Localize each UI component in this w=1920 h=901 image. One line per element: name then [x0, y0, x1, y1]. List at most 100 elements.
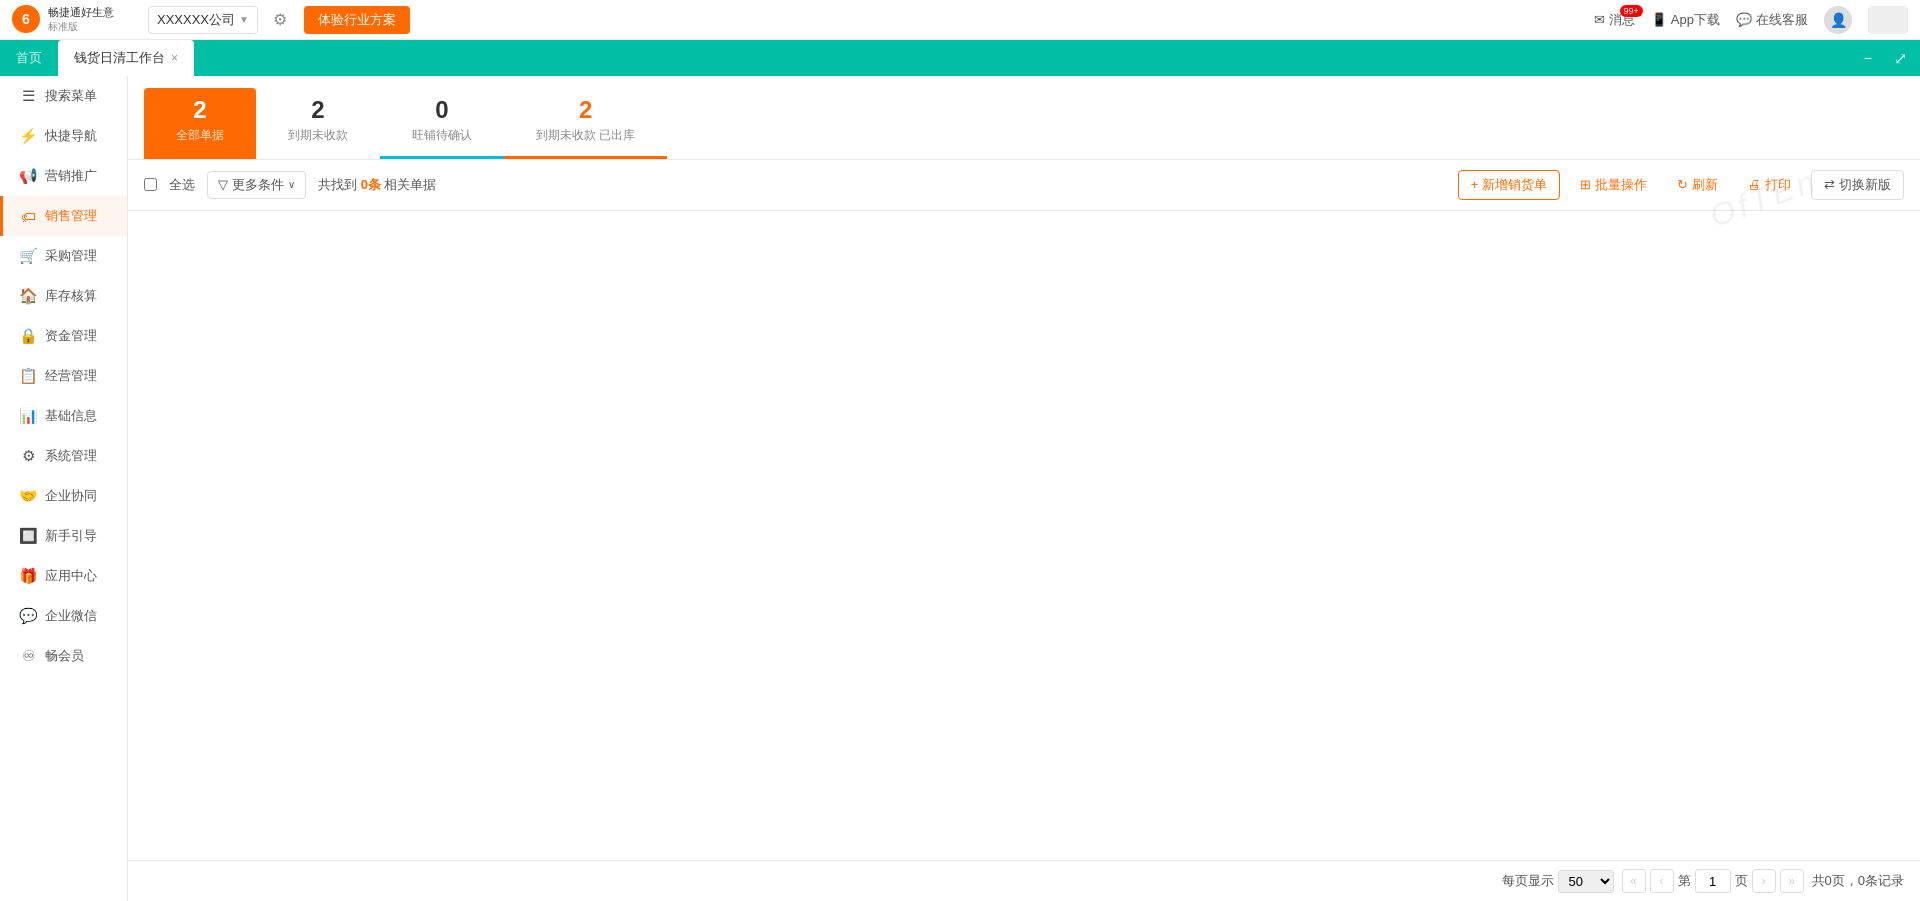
toolbar-right: + 新增销货单 ⊞ 批量操作 ↻ 刷新 🖨 打印 ⇄ 切换新版 [1458, 170, 1904, 200]
stat-tab-overdue[interactable]: 2 到期未收款 [256, 88, 380, 159]
sidebar-item-search-menu[interactable]: ☰ 搜索菜单 [0, 76, 127, 116]
logo-sub: 标准版 [48, 20, 114, 34]
download-icon: 📱 [1651, 12, 1667, 27]
settings-icon[interactable]: ⚙ [266, 6, 294, 34]
sidebar-item-quick-nav[interactable]: ⚡ 快捷导航 [0, 116, 127, 156]
wechat-icon: 💬 [19, 607, 37, 625]
sidebar-item-purchase[interactable]: 🛒 采购管理 [0, 236, 127, 276]
top-nav: 6 畅捷通好生意 标准版 XXXXXX公司 ▼ ⚙ 体验行业方案 ✉ 消息 99… [0, 0, 1920, 40]
stat-label-all: 全部单据 [176, 127, 224, 144]
refresh-button[interactable]: ↻ 刷新 [1667, 171, 1728, 199]
message-icon: ✉ [1594, 12, 1605, 27]
batch-icon: ⊞ [1580, 177, 1591, 192]
tab-minimize-icon[interactable]: － [1856, 46, 1880, 70]
inventory-icon: 🏠 [19, 287, 37, 305]
print-icon: 🖨 [1748, 177, 1761, 192]
sales-icon: 🏷 [19, 208, 37, 225]
per-page-label: 每页显示 [1502, 872, 1554, 890]
content-area: 2 全部单据 2 到期未收款 0 旺铺待确认 2 到期未收款 已出库 全选 [128, 76, 1920, 901]
chevron-down-icon: ▼ [239, 14, 249, 25]
tab-work[interactable]: 钱货日清工作台 × [58, 40, 194, 76]
stat-count-pending: 0 [435, 96, 448, 125]
sidebar-item-base-info[interactable]: 📊 基础信息 [0, 396, 127, 436]
stat-label-overdue: 到期未收款 [288, 127, 348, 144]
sidebar-item-finance[interactable]: 🔒 资金管理 [0, 316, 127, 356]
next-page-button[interactable]: › [1752, 869, 1776, 893]
found-text: 共找到 0条 相关单据 [318, 176, 436, 194]
new-sale-button[interactable]: + 新增销货单 [1458, 170, 1560, 200]
marketing-icon: 📢 [19, 167, 37, 185]
page-size-selector: 每页显示 50 10 20 100 [1502, 870, 1614, 893]
main-layout: ☰ 搜索菜单 ⚡ 快捷导航 📢 营销推广 🏷 销售管理 🛒 采购管理 🏠 库存核… [0, 76, 1920, 901]
toolbar-left: 全选 ▽ 更多条件 ∨ 共找到 0条 相关单据 [144, 171, 1446, 199]
per-page-select[interactable]: 50 10 20 100 [1558, 870, 1614, 893]
page-input[interactable] [1695, 869, 1731, 893]
table-area [128, 211, 1920, 860]
page-suffix: 页 [1735, 872, 1748, 890]
top-right-area: ✉ 消息 99+ 📱 App下载 💬 在线客服 👤 [1594, 6, 1908, 34]
sidebar-item-enterprise[interactable]: 🤝 企业协同 [0, 476, 127, 516]
batch-button[interactable]: ⊞ 批量操作 [1570, 171, 1657, 199]
operations-icon: 📋 [19, 367, 37, 385]
stat-tab-all[interactable]: 2 全部单据 [144, 88, 256, 159]
sidebar: ☰ 搜索菜单 ⚡ 快捷导航 📢 营销推广 🏷 销售管理 🛒 采购管理 🏠 库存核… [0, 76, 128, 901]
logo-text: 畅捷通好生意 [48, 5, 114, 19]
tab-expand-icon[interactable]: ⤢ [1888, 46, 1912, 70]
company-selector[interactable]: XXXXXX公司 ▼ [148, 6, 258, 34]
stat-tab-overdue-shipped[interactable]: 2 到期未收款 已出库 [504, 88, 667, 159]
quick-nav-icon: ⚡ [19, 127, 37, 145]
footer-bar: 每页显示 50 10 20 100 « ‹ 第 页 › » 共0页，0条记录 [128, 860, 1920, 901]
base-info-icon: 📊 [19, 407, 37, 425]
sidebar-item-inventory[interactable]: 🏠 库存核算 [0, 276, 127, 316]
pagination: « ‹ 第 页 › » [1622, 869, 1804, 893]
stat-count-overdue: 2 [311, 96, 324, 125]
filter-button[interactable]: ▽ 更多条件 ∨ [207, 171, 306, 199]
stat-count-overdue-shipped: 2 [579, 96, 592, 125]
tab-home[interactable]: 首页 [0, 40, 58, 76]
app-download-button[interactable]: 📱 App下载 [1651, 11, 1720, 29]
sidebar-item-member[interactable]: ♾ 畅会员 [0, 636, 127, 676]
sidebar-item-operations[interactable]: 📋 经营管理 [0, 356, 127, 396]
stat-label-overdue-shipped: 到期未收款 已出库 [536, 127, 635, 144]
sidebar-item-app-center[interactable]: 🎁 应用中心 [0, 556, 127, 596]
tab-close-icon[interactable]: × [171, 51, 178, 65]
first-page-button[interactable]: « [1622, 869, 1646, 893]
select-all-checkbox[interactable] [144, 178, 157, 191]
service-icon: 💬 [1736, 12, 1752, 27]
select-all-label: 全选 [169, 176, 195, 194]
switch-version-button[interactable]: ⇄ 切换新版 [1811, 170, 1904, 200]
app-center-icon: 🎁 [19, 567, 37, 585]
stats-tabs: 2 全部单据 2 到期未收款 0 旺铺待确认 2 到期未收款 已出库 [128, 76, 1920, 160]
refresh-icon: ↻ [1677, 177, 1688, 192]
avatar[interactable]: 👤 [1824, 6, 1852, 34]
purchase-icon: 🛒 [19, 247, 37, 265]
enterprise-icon: 🤝 [19, 487, 37, 505]
print-button[interactable]: 🖨 打印 [1738, 171, 1801, 199]
filter-chevron-icon: ∨ [288, 179, 295, 190]
sidebar-item-sales[interactable]: 🏷 销售管理 [0, 196, 127, 236]
search-menu-icon: ☰ [19, 87, 37, 105]
company-name: XXXXXX公司 [157, 11, 235, 29]
last-page-button[interactable]: » [1780, 869, 1804, 893]
online-service-button[interactable]: 💬 在线客服 [1736, 11, 1808, 29]
stat-tab-pending[interactable]: 0 旺铺待确认 [380, 88, 504, 159]
logo-icon: 6 [12, 5, 40, 33]
member-icon: ♾ [19, 647, 37, 665]
switch-icon: ⇄ [1824, 177, 1835, 192]
stat-count-all: 2 [193, 96, 206, 125]
sidebar-item-wechat[interactable]: 💬 企业微信 [0, 596, 127, 636]
found-count: 0条 [361, 177, 381, 192]
stat-label-pending: 旺铺待确认 [412, 127, 472, 144]
finance-icon: 🔒 [19, 327, 37, 345]
logo-area: 6 畅捷通好生意 标准版 [12, 5, 140, 33]
sidebar-item-system[interactable]: ⚙ 系统管理 [0, 436, 127, 476]
sidebar-item-guide[interactable]: 🔲 新手引导 [0, 516, 127, 556]
prev-page-button[interactable]: ‹ [1650, 869, 1674, 893]
tab-bar: 首页 钱货日清工作台 × － ⤢ [0, 40, 1920, 76]
experience-button[interactable]: 体验行业方案 [304, 6, 410, 34]
message-button[interactable]: ✉ 消息 99+ [1594, 11, 1635, 29]
sidebar-item-marketing[interactable]: 📢 营销推广 [0, 156, 127, 196]
toolbar: 全选 ▽ 更多条件 ∨ 共找到 0条 相关单据 + 新增销货单 ⊞ 批量操作 ↻ [128, 160, 1920, 211]
message-badge: 99+ [1620, 5, 1643, 17]
guide-icon: 🔲 [19, 527, 37, 545]
